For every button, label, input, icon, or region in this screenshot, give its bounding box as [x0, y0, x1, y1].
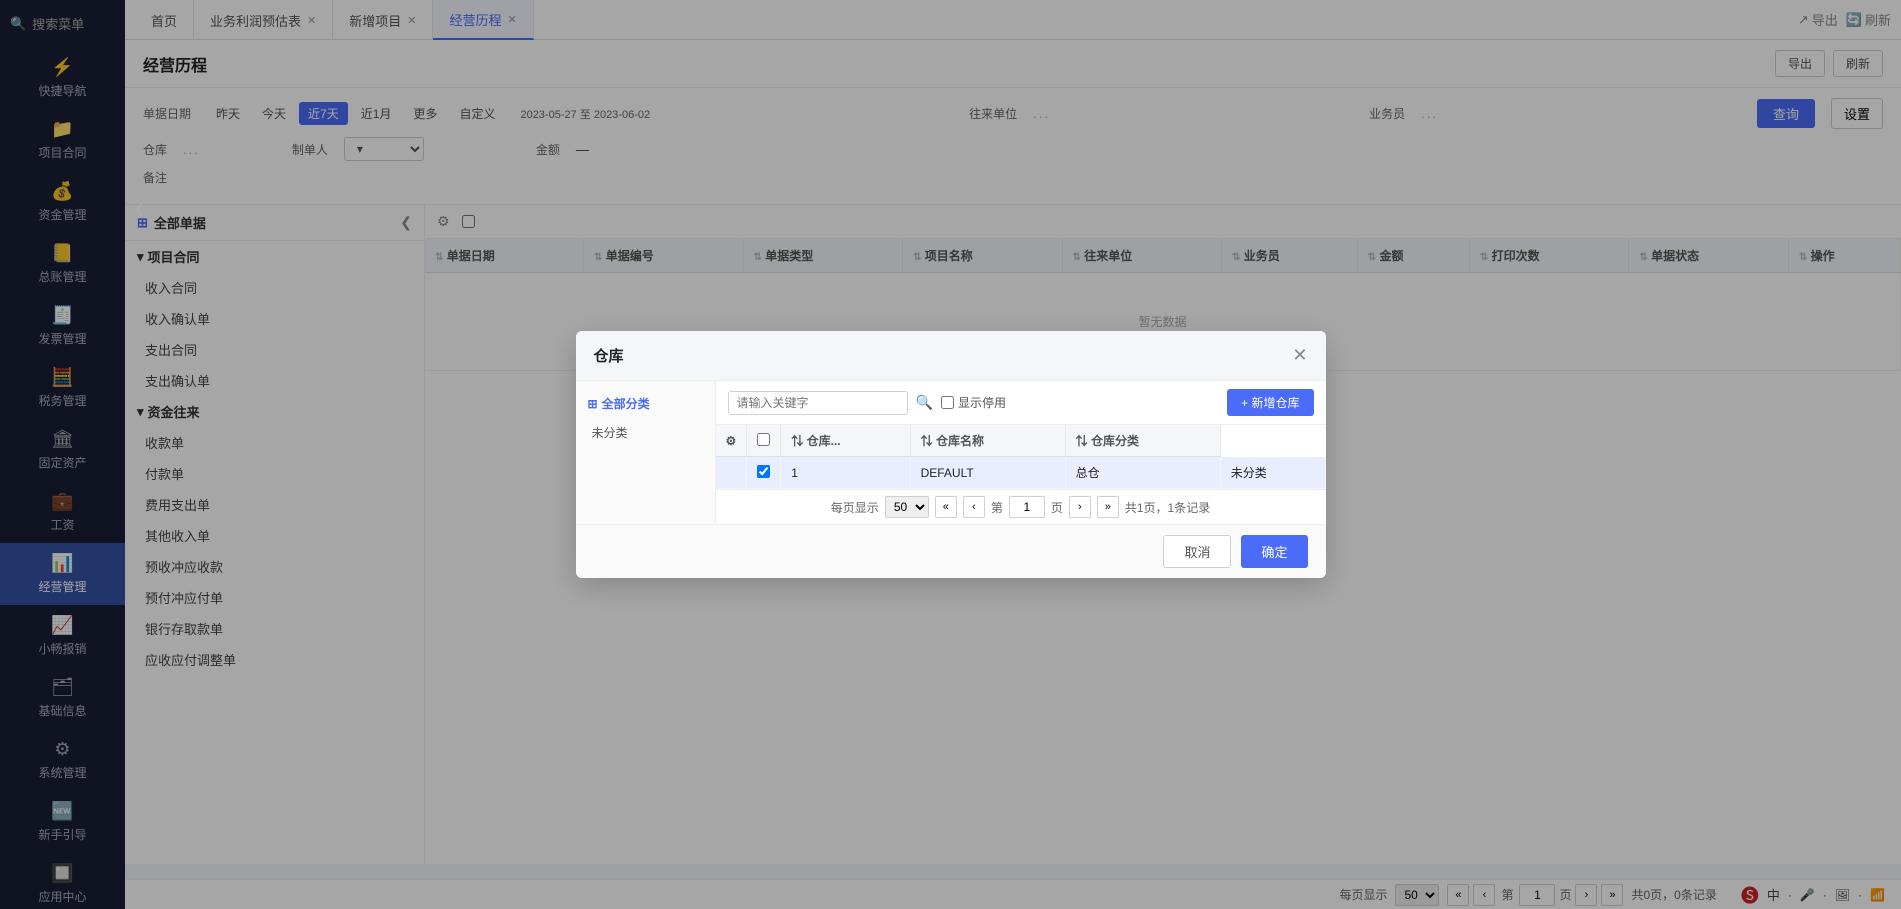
- modal-category-unclassified[interactable]: 未分类: [576, 418, 715, 447]
- modal-close-button[interactable]: ✕: [1292, 345, 1307, 366]
- modal-footer: 取消 确定: [576, 524, 1326, 578]
- modal-page-label: 页: [1051, 499, 1063, 516]
- modal-table: ⚙ ⇅ 仓库... ⇅ 仓库名称 ⇅ 仓库分类 1 DEFAULT 总仓 未分类: [716, 425, 1326, 489]
- modal-left-panel: ⊞ 全部分类 ❮ 未分类: [576, 381, 716, 524]
- modal-page-pre-label: 第: [991, 499, 1003, 516]
- modal-page-input[interactable]: [1009, 496, 1045, 518]
- modal-per-page-select[interactable]: 50: [885, 496, 929, 518]
- row-name: 总仓: [1065, 457, 1220, 489]
- row-id: 1: [781, 457, 910, 489]
- modal-total-text: 共1页，1条记录: [1125, 499, 1210, 516]
- row-checkbox[interactable]: [747, 457, 781, 489]
- modal-title: 仓库: [594, 345, 624, 366]
- modal-table-container: ⚙ ⇅ 仓库... ⇅ 仓库名称 ⇅ 仓库分类 1 DEFAULT 总仓 未分类: [716, 425, 1326, 489]
- show-disabled-label[interactable]: 显示停用: [941, 394, 1006, 411]
- sort-icon-code: ⇅: [791, 434, 803, 448]
- modal-table-header-row: ⚙ ⇅ 仓库... ⇅ 仓库名称 ⇅ 仓库分类: [716, 425, 1326, 457]
- modal-search-input[interactable]: [728, 391, 908, 415]
- modal-body: ⊞ 全部分类 ❮ 未分类 🔍 显示停用 + 新增仓库: [576, 381, 1326, 524]
- modal-next-page-button[interactable]: ›: [1069, 496, 1091, 518]
- sort-icon-name: ⇅: [921, 434, 933, 448]
- modal-th-gear: ⚙: [716, 425, 747, 457]
- modal-pagination: 每页显示 50 « ‹ 第 页 › » 共1页，1条记录: [716, 489, 1326, 524]
- modal-table-row[interactable]: 1 DEFAULT 总仓 未分类: [716, 457, 1326, 489]
- show-disabled-checkbox[interactable]: [941, 396, 954, 409]
- show-disabled-text: 显示停用: [958, 394, 1006, 411]
- row-category: 未分类: [1220, 457, 1325, 489]
- modal-th-name: ⇅ 仓库名称: [910, 425, 1065, 457]
- modal-last-page-button[interactable]: »: [1097, 496, 1119, 518]
- modal-right-panel: 🔍 显示停用 + 新增仓库 ⚙ ⇅ 仓库...: [716, 381, 1326, 524]
- modal-overlay[interactable]: 仓库 ✕ ⊞ 全部分类 ❮ 未分类 🔍 显示停用: [0, 0, 1901, 909]
- gear-icon-modal[interactable]: ⚙: [726, 434, 737, 448]
- modal-select-all-checkbox[interactable]: [757, 433, 770, 446]
- modal-left-header[interactable]: ⊞ 全部分类: [576, 389, 715, 418]
- modal-header: 仓库 ✕: [576, 331, 1326, 381]
- row-gear: [716, 457, 747, 489]
- modal-add-warehouse-button[interactable]: + 新增仓库: [1227, 389, 1313, 416]
- sort-icon-category: ⇅: [1076, 434, 1088, 448]
- modal-th-checkbox: [747, 425, 781, 457]
- row-code: DEFAULT: [910, 457, 1065, 489]
- grid-icon-modal: ⊞: [588, 397, 598, 411]
- modal-toolbar: 🔍 显示停用 + 新增仓库: [716, 381, 1326, 425]
- modal-th-category: ⇅ 仓库分类: [1065, 425, 1220, 457]
- modal-prev-page-button[interactable]: ‹: [963, 496, 985, 518]
- modal-cancel-button[interactable]: 取消: [1163, 535, 1231, 568]
- warehouse-modal: 仓库 ✕ ⊞ 全部分类 ❮ 未分类 🔍 显示停用: [576, 331, 1326, 578]
- modal-th-code: ⇅ 仓库...: [781, 425, 910, 457]
- modal-per-page-label: 每页显示: [831, 499, 879, 516]
- modal-confirm-button[interactable]: 确定: [1241, 535, 1307, 568]
- modal-left-section-label: 全部分类: [602, 395, 650, 412]
- modal-first-page-button[interactable]: «: [935, 496, 957, 518]
- modal-search-button[interactable]: 🔍: [916, 394, 933, 411]
